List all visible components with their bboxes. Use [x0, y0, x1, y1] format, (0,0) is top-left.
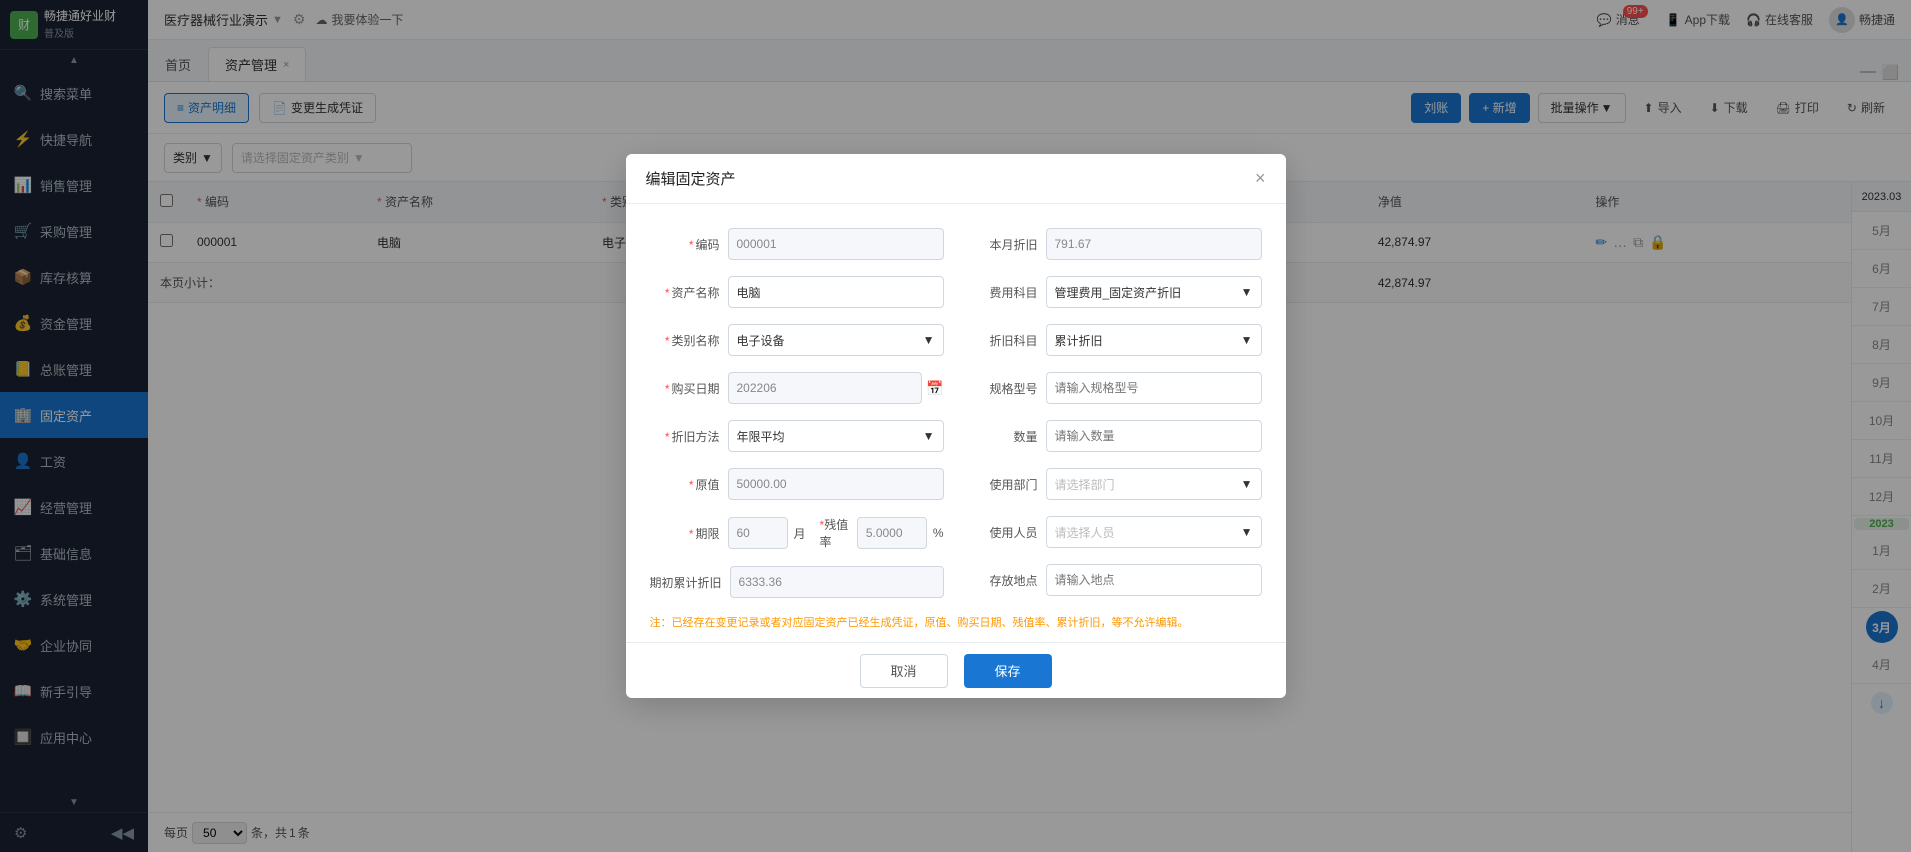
original-value-label: *原值 [650, 476, 720, 493]
residual-rate-unit: % [933, 526, 944, 540]
category-select-value: 电子设备 [737, 332, 785, 349]
depreciation-method-label: *折旧方法 [650, 428, 720, 445]
depreciation-method-chevron-icon: ▼ [923, 429, 935, 443]
monthly-depreciation-input [1046, 228, 1262, 260]
quantity-input[interactable] [1046, 420, 1262, 452]
modal-title: 编辑固定资产 [646, 168, 736, 189]
form-row-depreciation-method: *折旧方法 年限平均 ▼ [650, 420, 944, 452]
residual-rate-label: *残值率 [820, 516, 851, 550]
expense-account-chevron-icon: ▼ [1241, 285, 1253, 299]
modal-footer: 取消 保存 [626, 642, 1286, 698]
category-select[interactable]: 电子设备 ▼ [728, 324, 944, 356]
form-row-quantity: 数量 [968, 420, 1262, 452]
purchase-date-input[interactable] [728, 372, 923, 404]
modal-header: 编辑固定资产 × [626, 154, 1286, 204]
person-select[interactable]: 请选择人员 ▼ [1046, 516, 1262, 548]
modal-left-col: *编码 *资产名称 *类别名称 电子设备 ▼ [650, 228, 944, 598]
calendar-icon[interactable]: 📅 [926, 380, 943, 397]
form-row-original-value: *原值 [650, 468, 944, 500]
person-chevron-icon: ▼ [1241, 525, 1253, 539]
depreciation-method-select[interactable]: 年限平均 ▼ [728, 420, 944, 452]
form-row-location: 存放地点 [968, 564, 1262, 596]
modal-right-col: 本月折旧 费用科目 管理费用_固定资产折旧 ▼ 折旧科目 累计折旧 [968, 228, 1262, 598]
expense-account-select[interactable]: 管理费用_固定资产折旧 ▼ [1046, 276, 1262, 308]
initial-depreciation-input[interactable] [730, 566, 944, 598]
initial-depreciation-label: 期初累计折旧 [650, 574, 722, 591]
modal-note: 注：已经存在变更记录或者对应固定资产已经生成凭证，原值、购买日期、残值率、累计折… [626, 614, 1286, 642]
modal-overlay: 编辑固定资产 × *编码 *资产名称 *类别名称 [0, 0, 1911, 852]
form-row-code: *编码 [650, 228, 944, 260]
form-row-expense-account: 费用科目 管理费用_固定资产折旧 ▼ [968, 276, 1262, 308]
department-select[interactable]: 请选择部门 ▼ [1046, 468, 1262, 500]
name-label: *资产名称 [650, 284, 720, 301]
department-placeholder: 请选择部门 [1055, 476, 1115, 493]
edit-asset-modal: 编辑固定资产 × *编码 *资产名称 *类别名称 [626, 154, 1286, 698]
depreciation-account-chevron-icon: ▼ [1241, 333, 1253, 347]
category-label: *类别名称 [650, 332, 720, 349]
expense-account-value: 管理费用_固定资产折旧 [1055, 284, 1182, 301]
depreciation-account-select[interactable]: 累计折旧 ▼ [1046, 324, 1262, 356]
form-row-name: *资产名称 [650, 276, 944, 308]
expense-account-label: 费用科目 [968, 284, 1038, 301]
period-label: *期限 [650, 525, 720, 542]
form-row-category: *类别名称 电子设备 ▼ [650, 324, 944, 356]
save-button[interactable]: 保存 [964, 654, 1052, 688]
original-value-input[interactable] [728, 468, 944, 500]
modal-close-btn[interactable]: × [1255, 168, 1266, 189]
department-label: 使用部门 [968, 476, 1038, 493]
spec-label: 规格型号 [968, 380, 1038, 397]
depreciation-account-label: 折旧科目 [968, 332, 1038, 349]
monthly-depreciation-label: 本月折旧 [968, 236, 1038, 253]
period-input[interactable] [728, 517, 788, 549]
cancel-button[interactable]: 取消 [860, 654, 948, 688]
spec-input[interactable] [1046, 372, 1262, 404]
name-input[interactable] [728, 276, 944, 308]
code-input[interactable] [728, 228, 944, 260]
modal-body: *编码 *资产名称 *类别名称 电子设备 ▼ [626, 204, 1286, 614]
form-row-monthly-depreciation: 本月折旧 [968, 228, 1262, 260]
department-chevron-icon: ▼ [1241, 477, 1253, 491]
person-label: 使用人员 [968, 524, 1038, 541]
form-row-purchase-date: *购买日期 📅 [650, 372, 944, 404]
form-row-person: 使用人员 请选择人员 ▼ [968, 516, 1262, 548]
location-label: 存放地点 [968, 572, 1038, 589]
depreciation-account-value: 累计折旧 [1055, 332, 1103, 349]
location-input[interactable] [1046, 564, 1262, 596]
form-row-initial-depreciation: 期初累计折旧 [650, 566, 944, 598]
form-row-department: 使用部门 请选择部门 ▼ [968, 468, 1262, 500]
form-row-spec: 规格型号 [968, 372, 1262, 404]
form-row-period: *期限 月 *残值率 % [650, 516, 944, 550]
code-label: *编码 [650, 236, 720, 253]
purchase-date-label: *购买日期 [650, 380, 720, 397]
depreciation-method-value: 年限平均 [737, 428, 785, 445]
quantity-label: 数量 [968, 428, 1038, 445]
category-chevron-down-icon: ▼ [923, 333, 935, 347]
period-unit: 月 [794, 525, 806, 542]
form-row-depreciation-account: 折旧科目 累计折旧 ▼ [968, 324, 1262, 356]
residual-rate-input[interactable] [857, 517, 927, 549]
person-placeholder: 请选择人员 [1055, 524, 1115, 541]
